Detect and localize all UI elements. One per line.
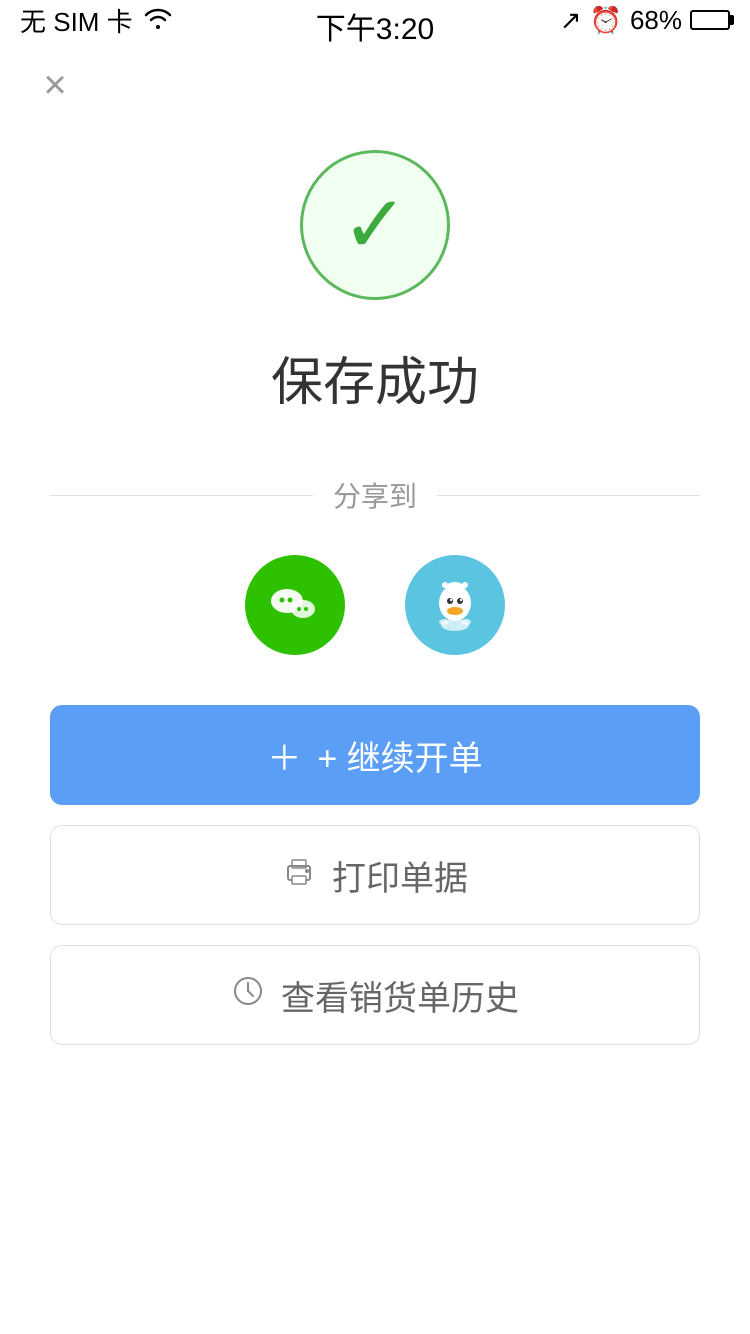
divider-line-left: [50, 495, 313, 496]
action-buttons: ＋ + 继续开单 打印单据 查看销货单历史: [50, 705, 700, 1045]
close-button[interactable]: ×: [30, 60, 80, 110]
main-content: ✓ 保存成功 分享到: [0, 110, 750, 1045]
wechat-icon: [265, 575, 325, 635]
history-icon: [231, 974, 265, 1017]
battery-icon: [690, 10, 730, 30]
location-icon: ↗: [560, 5, 582, 36]
continue-label: + 继续开单: [317, 731, 482, 780]
share-icons: [50, 555, 700, 655]
battery-text: 68%: [630, 5, 682, 36]
no-sim-text: 无 SIM 卡: [20, 2, 133, 39]
share-section: 分享到: [50, 475, 700, 655]
share-divider: 分享到: [50, 475, 700, 515]
status-right: ↗ ⏰ 68%: [560, 5, 730, 36]
divider-line-right: [437, 495, 700, 496]
wifi-icon: [143, 5, 173, 36]
alarm-icon: ⏰: [590, 5, 622, 36]
qq-icon: [425, 575, 485, 635]
wechat-share-button[interactable]: [245, 555, 345, 655]
print-icon: [282, 854, 316, 897]
plus-icon: ＋: [267, 731, 301, 780]
success-icon-circle: ✓: [300, 150, 450, 300]
continue-button[interactable]: ＋ + 继续开单: [50, 705, 700, 805]
history-button[interactable]: 查看销货单历史: [50, 945, 700, 1045]
success-title: 保存成功: [271, 340, 479, 415]
status-left: 无 SIM 卡: [20, 2, 173, 39]
print-button[interactable]: 打印单据: [50, 825, 700, 925]
status-bar: 无 SIM 卡 下午3:20 ↗ ⏰ 68%: [0, 0, 750, 40]
status-time: 下午3:20: [316, 4, 434, 48]
qq-share-button[interactable]: [405, 555, 505, 655]
share-label: 分享到: [313, 475, 437, 515]
history-label: 查看销货单历史: [281, 971, 519, 1020]
checkmark-icon: ✓: [341, 185, 408, 265]
print-label: 打印单据: [332, 851, 468, 900]
close-icon: ×: [43, 65, 66, 105]
